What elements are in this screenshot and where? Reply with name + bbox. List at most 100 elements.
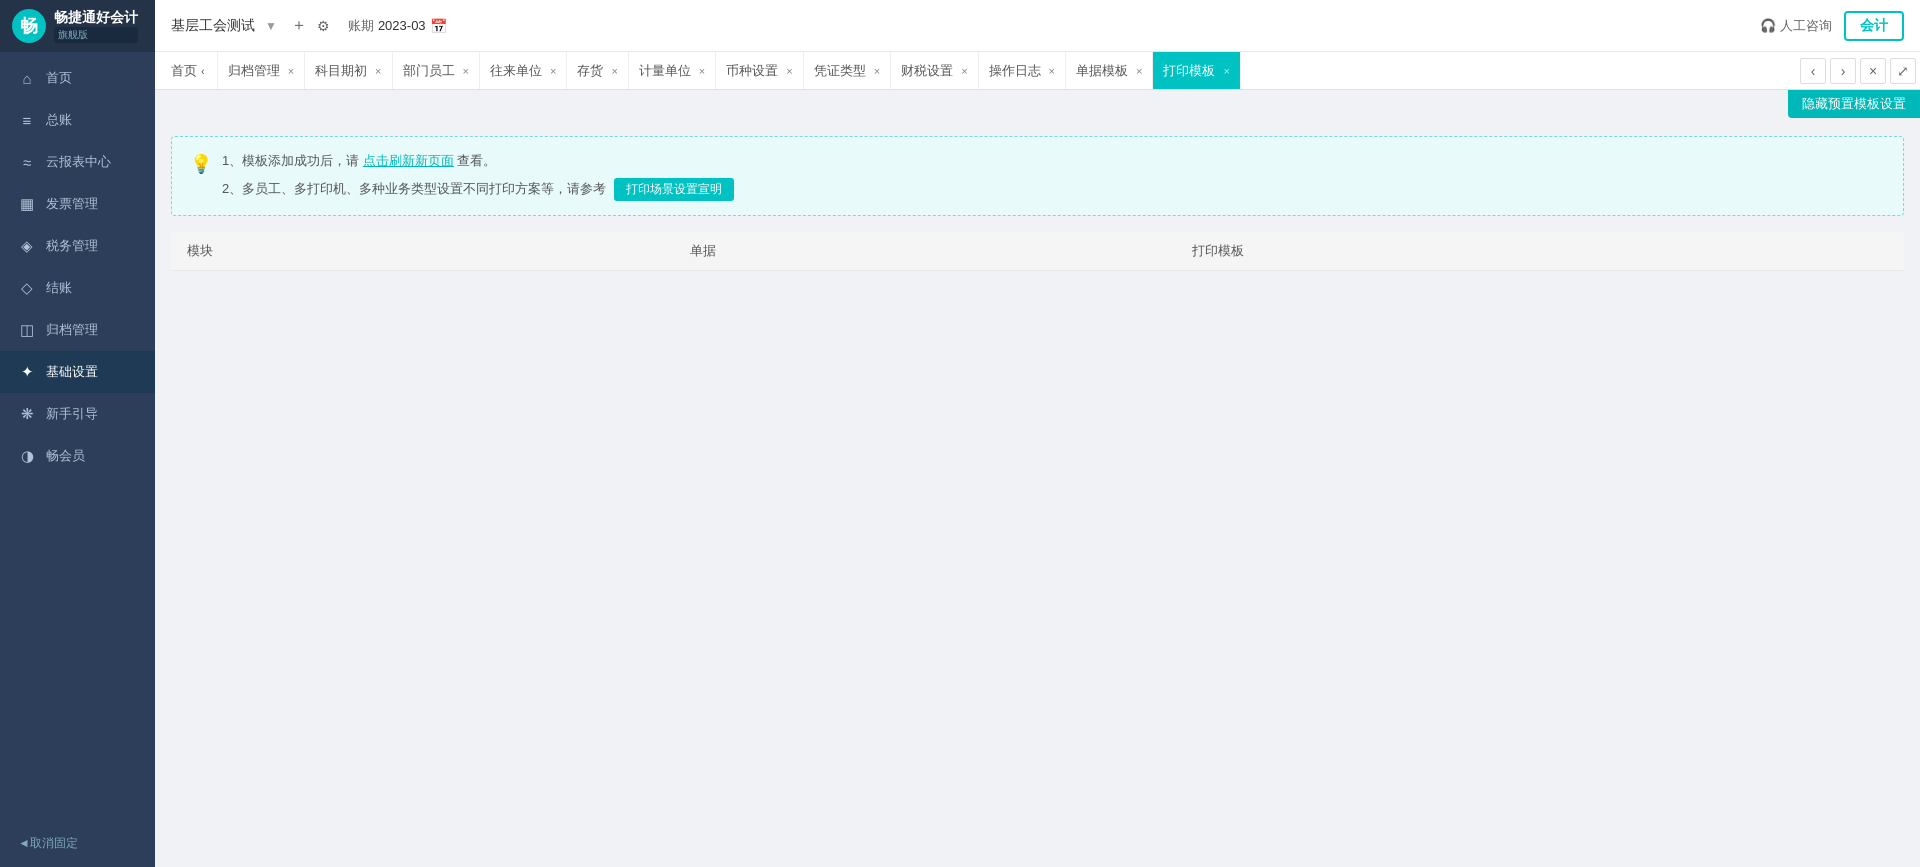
tab-home[interactable]: 首页 ‹ <box>159 52 218 90</box>
tab-partner-unit[interactable]: 往来单位 × <box>480 52 567 90</box>
tab-voucher-type[interactable]: 凭证类型 × <box>804 52 891 90</box>
tab-close-icon[interactable]: × <box>699 65 705 77</box>
sidebar-item-basic-settings[interactable]: ✦ 基础设置 <box>0 351 155 393</box>
tab-close-icon[interactable]: × <box>1136 65 1142 77</box>
tab-close-icon[interactable]: × <box>961 65 967 77</box>
tab-close-icon[interactable]: × <box>874 65 880 77</box>
logo-icon: 畅 <box>12 9 46 43</box>
tab-close-icon[interactable]: × <box>1049 65 1055 77</box>
tabbar-controls: ‹ › × ⤢ <box>1798 58 1916 84</box>
support-label: 人工咨询 <box>1780 17 1832 35</box>
sidebar-item-home[interactable]: ⌂ 首页 <box>0 57 155 99</box>
gear-icon[interactable]: ⚙ <box>317 18 330 34</box>
support-button[interactable]: 🎧 人工咨询 <box>1760 17 1832 35</box>
tab-home-chevron: ‹ <box>201 65 205 77</box>
sidebar-item-member[interactable]: ◑ 畅会员 <box>0 435 155 477</box>
col-print-template: 打印模板 <box>1176 232 1904 271</box>
print-scene-btn[interactable]: 打印场景设置宣明 <box>614 178 734 201</box>
sidebar-item-general-ledger[interactable]: ≡ 总账 <box>0 99 155 141</box>
headset-icon: 🎧 <box>1760 18 1776 33</box>
tab-finance-settings[interactable]: 财税设置 × <box>891 52 978 90</box>
hide-preview-btn[interactable]: 隐藏预置模板设置 <box>1788 90 1920 118</box>
sidebar-item-invoice[interactable]: ▦ 发票管理 <box>0 183 155 225</box>
sidebar-item-label: 发票管理 <box>46 195 98 213</box>
notice-row: 💡 1、模板添加成功后，请 点击刷新新页面 查看。 2、多员工、多打印机、多种业… <box>190 151 1885 201</box>
sidebar-item-reports[interactable]: ≈ 云报表中心 <box>0 141 155 183</box>
tab-label: 部门员工 <box>403 62 455 80</box>
tab-next-button[interactable]: › <box>1830 58 1856 84</box>
tab-label: 财税设置 <box>901 62 953 80</box>
tab-label: 币种设置 <box>726 62 778 80</box>
company-dropdown-icon[interactable]: ▼ <box>265 19 277 33</box>
notice-line1-suffix: 查看。 <box>457 153 496 168</box>
tab-label: 归档管理 <box>228 62 280 80</box>
tab-close-icon[interactable]: × <box>611 65 617 77</box>
sidebar-item-archive[interactable]: ◫ 归档管理 <box>0 309 155 351</box>
logo-text: 畅捷通好会计 旗舰版 <box>54 9 138 44</box>
guide-icon: ❋ <box>18 405 36 423</box>
tab-label: 凭证类型 <box>814 62 866 80</box>
tab-unit[interactable]: 计量单位 × <box>629 52 716 90</box>
tab-close-icon[interactable]: × <box>1223 65 1229 77</box>
tab-close-icon[interactable]: × <box>786 65 792 77</box>
archive-icon: ◫ <box>18 321 36 339</box>
tab-label: 科目期初 <box>315 62 367 80</box>
notice-line2-prefix: 2、多员工、多打印机、多种业务类型设置不同打印方案等，请参考 <box>222 180 606 198</box>
tab-close-icon[interactable]: × <box>550 65 556 77</box>
period-value: 2023-03 <box>378 18 426 33</box>
tab-label: 操作日志 <box>989 62 1041 80</box>
tab-prev-button[interactable]: ‹ <box>1800 58 1826 84</box>
tab-label: 打印模板 <box>1163 62 1215 80</box>
tab-print-template[interactable]: 打印模板 × <box>1153 52 1240 90</box>
tab-expand-button[interactable]: ⤢ <box>1890 58 1916 84</box>
add-tab-button[interactable]: ＋ <box>291 15 307 36</box>
calendar-icon[interactable]: 📅 <box>430 18 447 34</box>
sidebar-item-label: 新手引导 <box>46 405 98 423</box>
sidebar-item-label: 税务管理 <box>46 237 98 255</box>
tab-close-all-button[interactable]: × <box>1860 58 1886 84</box>
settlement-icon: ◇ <box>18 279 36 297</box>
sidebar-item-label: 首页 <box>46 69 72 87</box>
tab-label: 存货 <box>577 62 603 80</box>
tab-close-icon[interactable]: × <box>288 65 294 77</box>
col-module: 模块 <box>171 232 674 271</box>
notice-line1-prefix: 1、模板添加成功后，请 <box>222 153 359 168</box>
logo-subtitle: 旗舰版 <box>54 27 138 43</box>
table-container: 模块 单据 打印模板 <box>171 232 1904 271</box>
period-info: 账期 2023-03 📅 <box>348 17 447 35</box>
topbar-right: 🎧 人工咨询 会计 <box>1760 11 1904 41</box>
tab-inventory[interactable]: 存货 × <box>567 52 628 90</box>
notice-line-1: 1、模板添加成功后，请 点击刷新新页面 查看。 <box>222 151 1885 172</box>
ledger-icon: ≡ <box>18 112 36 129</box>
sidebar-unpin[interactable]: ◄取消固定 <box>0 820 155 867</box>
tab-currency[interactable]: 币种设置 × <box>716 52 803 90</box>
sidebar-item-label: 云报表中心 <box>46 153 111 171</box>
notice-line-2: 2、多员工、多打印机、多种业务类型设置不同打印方案等，请参考 打印场景设置宣明 <box>222 178 1885 201</box>
sidebar-item-label: 总账 <box>46 111 72 129</box>
notice-bulb-icon: 💡 <box>190 153 212 175</box>
notice-text: 1、模板添加成功后，请 点击刷新新页面 查看。 2、多员工、多打印机、多种业务类… <box>222 151 1885 201</box>
col-document: 单据 <box>674 232 1177 271</box>
sidebar-item-label: 归档管理 <box>46 321 98 339</box>
tab-close-icon[interactable]: × <box>375 65 381 77</box>
notice-line1-link[interactable]: 点击刷新新页面 <box>363 153 454 168</box>
sidebar-item-tax[interactable]: ◈ 税务管理 <box>0 225 155 267</box>
tab-label: 计量单位 <box>639 62 691 80</box>
tab-single-template[interactable]: 单据模板 × <box>1066 52 1153 90</box>
company-name: 基层工会测试 <box>171 17 255 35</box>
home-icon: ⌂ <box>18 70 36 87</box>
tab-label: 单据模板 <box>1076 62 1128 80</box>
sidebar-item-guide[interactable]: ❋ 新手引导 <box>0 393 155 435</box>
sidebar: 畅 畅捷通好会计 旗舰版 ⌂ 首页 ≡ 总账 ≈ 云报表中心 ▦ 发票管理 ◈ … <box>0 0 155 867</box>
tab-archive-mgmt[interactable]: 归档管理 × <box>218 52 305 90</box>
tab-subject-period[interactable]: 科目期初 × <box>305 52 392 90</box>
sidebar-logo: 畅 畅捷通好会计 旗舰版 <box>0 0 155 52</box>
sidebar-item-label: 基础设置 <box>46 363 98 381</box>
tab-operation-log[interactable]: 操作日志 × <box>979 52 1066 90</box>
tab-department-staff[interactable]: 部门员工 × <box>393 52 480 90</box>
tab-close-icon[interactable]: × <box>463 65 469 77</box>
invoice-icon: ▦ <box>18 195 36 213</box>
logo-title: 畅捷通好会计 <box>54 9 138 26</box>
kuaiji-button[interactable]: 会计 <box>1844 11 1904 41</box>
sidebar-item-settlement[interactable]: ◇ 结账 <box>0 267 155 309</box>
